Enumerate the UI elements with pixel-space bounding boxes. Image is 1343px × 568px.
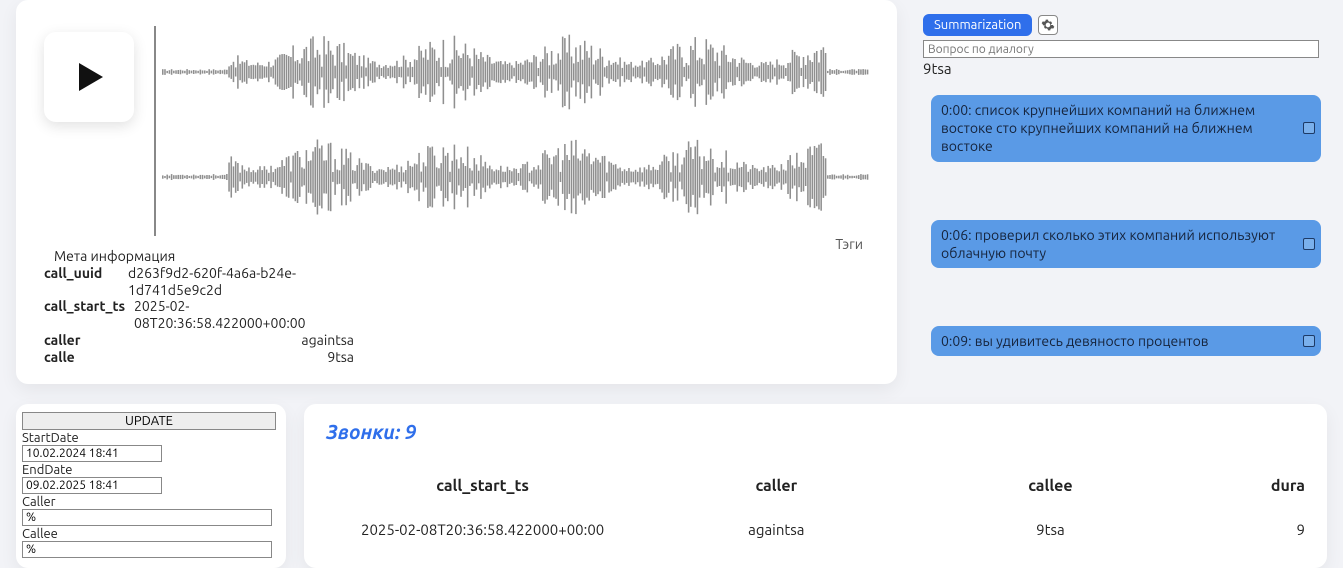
- startdate-label: StartDate: [22, 431, 276, 445]
- meta-val: 9tsa: [327, 349, 354, 366]
- play-button[interactable]: [44, 32, 134, 122]
- col-header: call_start_ts: [326, 469, 639, 515]
- utterance-checkbox[interactable]: [1303, 335, 1315, 347]
- utterance-checkbox[interactable]: [1303, 122, 1315, 134]
- enddate-label: EndDate: [22, 463, 276, 477]
- utterance[interactable]: 0:06: проверил сколько этих компаний исп…: [931, 220, 1321, 268]
- player-card: Тэги Мета информация call_uuidd263f9d2-6…: [16, 0, 897, 384]
- col-header: caller: [639, 469, 913, 515]
- cell: 9: [1187, 515, 1305, 544]
- right-panel: Summarization 9tsa 0:00: список крупнейш…: [915, 0, 1327, 384]
- caller-label: Caller: [22, 495, 276, 509]
- utterance-text: 0:09: вы удивитесь девяносто процентов: [941, 333, 1209, 349]
- table-header-row: call_start_ts caller callee dura: [326, 469, 1305, 515]
- meta-title: Мета информация: [44, 248, 354, 265]
- col-header: callee: [913, 469, 1187, 515]
- calls-title: Звонки: 9: [326, 420, 1305, 443]
- speaker-label: 9tsa: [915, 58, 1327, 77]
- table-row[interactable]: 2025-02-08T20:36:58.422000+00:00 againts…: [326, 515, 1305, 544]
- col-header: dura: [1187, 469, 1305, 515]
- filter-card: UPDATE StartDate EndDate Caller Callee: [16, 404, 286, 568]
- waveform-top[interactable]: [162, 26, 869, 118]
- utterance-checkbox[interactable]: [1303, 238, 1315, 250]
- callee-label: Callee: [22, 527, 276, 541]
- waveform-container: [154, 26, 869, 236]
- update-button[interactable]: UPDATE: [22, 412, 276, 430]
- caller-input[interactable]: [22, 509, 272, 526]
- tags-label: Тэги: [835, 236, 863, 252]
- dialog-question-input[interactable]: [923, 40, 1319, 58]
- settings-button[interactable]: [1038, 15, 1058, 35]
- meta-val: againtsa: [301, 332, 354, 349]
- utterance-text: 0:00: список крупнейших компаний на ближ…: [941, 102, 1255, 154]
- utterance[interactable]: 0:09: вы удивитесь девяносто процентов: [931, 326, 1321, 356]
- utterance-text: 0:06: проверил сколько этих компаний исп…: [941, 227, 1275, 261]
- meta-key: calle: [44, 349, 128, 366]
- meta-val: d263f9d2-620f-4a6a-b24e-1d741d5e9c2d: [128, 265, 354, 299]
- summarization-button[interactable]: Summarization: [923, 14, 1032, 36]
- cell: 2025-02-08T20:36:58.422000+00:00: [326, 515, 639, 544]
- waveform-bottom[interactable]: [162, 131, 869, 223]
- meta-val: 2025-02-08T20:36:58.422000+00:00: [134, 298, 354, 332]
- cell: 9tsa: [913, 515, 1187, 544]
- enddate-input[interactable]: [22, 477, 162, 494]
- meta-key: caller: [44, 332, 128, 349]
- cell: againtsa: [639, 515, 913, 544]
- callee-input[interactable]: [22, 541, 272, 558]
- play-icon: [71, 59, 107, 95]
- gear-icon: [1041, 18, 1055, 32]
- startdate-input[interactable]: [22, 445, 162, 462]
- calls-card: Звонки: 9 call_start_ts caller callee du…: [304, 404, 1327, 568]
- calls-table: call_start_ts caller callee dura 2025-02…: [326, 469, 1305, 544]
- meta-key: call_uuid: [44, 265, 128, 299]
- meta-info: Мета информация call_uuidd263f9d2-620f-4…: [44, 248, 354, 366]
- utterance[interactable]: 0:00: список крупнейших компаний на ближ…: [931, 95, 1321, 162]
- meta-key: call_start_ts: [44, 298, 128, 332]
